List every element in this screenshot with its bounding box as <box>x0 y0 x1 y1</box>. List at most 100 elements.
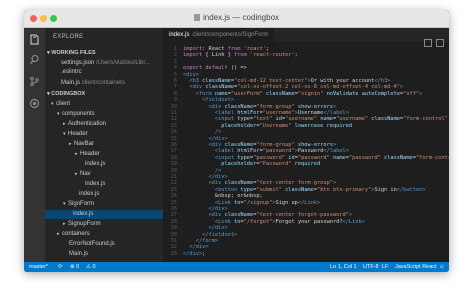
code-area[interactable]: 1 import: React from 'react'; 2 import { Li… <box>163 44 449 260</box>
code-line[interactable]: </div> <box>183 225 228 231</box>
code-line[interactable]: placeholder="Username" lowercase require… <box>183 123 352 129</box>
tab-index-js[interactable]: index.js client/components/SignForm <box>163 28 275 42</box>
tree-folder[interactable]: ▸ Authentication <box>45 120 163 129</box>
tab-label: index.js <box>169 32 190 38</box>
tree-folder[interactable]: ▸ Nav <box>45 170 163 179</box>
line-number: 7 <box>173 84 177 91</box>
tree-label: SignForm <box>68 201 95 207</box>
code-line[interactable]: </div>; <box>183 251 205 257</box>
tree-label: NavBar <box>74 141 95 147</box>
line-number: 11 <box>170 110 177 116</box>
code-line[interactable]: import: React from 'react'; <box>183 46 269 52</box>
sync-icon[interactable]: ⟳ <box>58 262 63 272</box>
line-number: 4 <box>173 65 177 72</box>
code-line[interactable]: <fieldset> <box>183 97 234 103</box>
working-files-section[interactable]: ▾ WORKING FILES <box>47 50 96 56</box>
search-icon[interactable] <box>29 54 40 65</box>
code-line[interactable]: <input type="text" id="username" name="u… <box>183 116 448 122</box>
warnings-count[interactable]: ⚠ 0 <box>86 262 96 272</box>
tree-folder[interactable]: ▸ NavBar <box>45 140 163 149</box>
code-line[interactable]: <button type="submit" className="btn btn… <box>183 187 426 193</box>
tree-file[interactable]: Main.js <box>45 250 163 259</box>
cursor-position[interactable]: Ln 1, Col 1 <box>330 262 357 272</box>
line-ending[interactable]: LF <box>382 262 388 272</box>
tree-file[interactable]: index.js <box>45 160 163 169</box>
code-line[interactable]: /> <box>183 129 221 135</box>
code-line[interactable]: export default () => <box>183 65 247 71</box>
line-number: 10 <box>170 103 177 110</box>
tree-folder[interactable]: ▾ client <box>45 100 163 109</box>
tree-file-selected[interactable]: index.js <box>45 210 163 219</box>
tree-folder[interactable]: ▸ containers <box>45 230 163 239</box>
code-line[interactable]: <input type="password" id="password" nam… <box>183 155 449 161</box>
tree-file[interactable]: index.js <box>45 180 163 189</box>
errors-count[interactable]: ⊗ 0 <box>70 262 79 272</box>
line-number: 13 <box>170 122 177 129</box>
tree-label: Nav <box>80 171 91 177</box>
code-line[interactable]: </div> <box>183 136 228 142</box>
code-line[interactable]: <h3 className="col-md-12 text-center">Or… <box>183 78 390 84</box>
files-icon[interactable] <box>29 34 40 45</box>
git-icon[interactable] <box>29 76 40 87</box>
debug-icon[interactable] <box>29 98 40 109</box>
window-title-text: index.js — codingbox <box>202 13 280 22</box>
line-number: 9 <box>173 97 177 104</box>
code-line[interactable]: placeholder="Password" required <box>183 161 320 167</box>
git-branch[interactable]: master* <box>29 262 48 272</box>
code-line[interactable]: <div className="form-group" show-errors> <box>183 142 337 148</box>
tree-label: index.js <box>85 181 106 187</box>
code-line[interactable]: /> <box>183 168 221 174</box>
line-number: 25 <box>170 199 177 206</box>
code-line[interactable]: <div className="text-center form-group"> <box>183 180 337 186</box>
tree-label: Authentication <box>68 121 107 127</box>
tree-file[interactable]: ErrorNotFound.js <box>45 240 163 249</box>
file-path: /Users/vlatsko/Libr... <box>96 60 151 66</box>
line-number: 1 <box>173 46 177 52</box>
file-name: settings.json <box>61 60 95 66</box>
feedback-icon[interactable]: ☺ <box>439 262 445 272</box>
tree-label: client <box>56 101 71 107</box>
language-mode[interactable]: JavaScript React <box>395 262 437 272</box>
code-line[interactable]: </form> <box>183 238 218 244</box>
tree-file[interactable]: index.js <box>45 190 163 199</box>
code-line[interactable]: import { Link } from 'react-router'; <box>183 52 298 58</box>
editor-window: index.js — codingbox EXPLORE ▾ WORKING F… <box>24 10 449 272</box>
code-line[interactable]: <form name="userForm" className="signin"… <box>183 91 423 97</box>
code-line[interactable]: <Link to="/signup">Sign up</Link> <box>183 200 320 206</box>
tree-label: SignupForm <box>68 221 101 227</box>
working-file-item[interactable]: Main.js client/containers <box>45 79 163 88</box>
code-line[interactable]: <div className="form-group" show-errors> <box>183 104 337 110</box>
working-file-item[interactable]: .eslintrc <box>45 68 163 77</box>
line-number: 22 <box>170 180 177 187</box>
code-line[interactable]: <Link to="/forgot">Forgot your password?… <box>183 219 365 225</box>
code-line[interactable]: <div> <box>183 72 199 78</box>
file-name: Main.js <box>61 80 81 86</box>
tree-label: Header <box>68 131 88 137</box>
code-line[interactable]: <div className="text-center forgot-passw… <box>183 212 353 218</box>
tree-folder[interactable]: ▸ Header <box>45 150 163 159</box>
working-file-item[interactable]: settings.json /Users/vlatsko/Libr... <box>45 59 163 68</box>
line-number: 16 <box>170 142 177 148</box>
encoding[interactable]: UTF-8 <box>363 262 379 272</box>
code-line[interactable]: &nbsp; or&nbsp; <box>183 193 263 199</box>
code-line[interactable]: <label htmlFor="password">Password</labe… <box>183 148 349 154</box>
line-number: 15 <box>170 135 177 142</box>
line-number: 19 <box>170 161 177 168</box>
code-line[interactable]: </div> <box>183 206 228 212</box>
code-line[interactable]: </div> <box>183 174 228 180</box>
file-icon <box>193 14 200 21</box>
tree-folder[interactable]: ▸ SignupForm <box>45 220 163 229</box>
code-line[interactable]: </fieldset> <box>183 232 237 238</box>
code-line[interactable]: </div> <box>183 244 208 250</box>
tree-label: Header <box>80 151 100 157</box>
code-line[interactable]: <label htmlFor="username">Username</labe… <box>183 110 349 116</box>
line-number: 27 <box>170 212 177 219</box>
tree-folder[interactable]: ▾ Header <box>45 130 163 139</box>
project-section[interactable]: ▾ CODINGBOX <box>47 91 85 97</box>
tree-folder[interactable]: ▾ SignForm <box>45 200 163 209</box>
line-number: 24 <box>170 193 177 200</box>
tree-folder[interactable]: ▾ components <box>45 110 163 119</box>
tree-label: components <box>62 111 95 117</box>
code-line[interactable]: <div className="col-xs-offset-2 col-xs-8… <box>183 84 403 90</box>
tree-label: index.js <box>85 161 106 167</box>
